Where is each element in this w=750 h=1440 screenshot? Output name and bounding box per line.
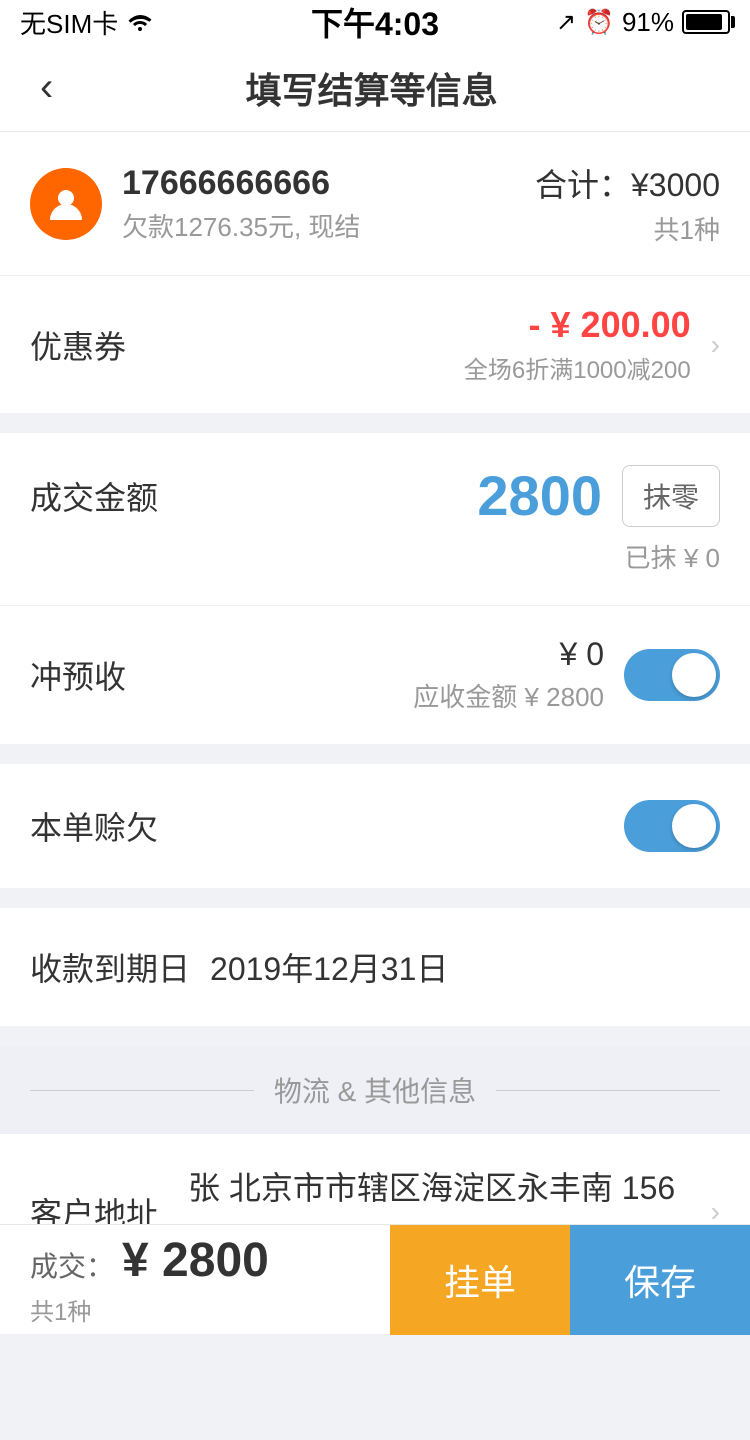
debt-toggle[interactable] [624,800,720,852]
status-time: 下午4:03 [311,0,439,45]
debt-section: 本单赊欠 [0,764,750,888]
deal-amount: 2800 [477,463,602,528]
divider-line-right [496,1090,720,1091]
deal-sub: 已抹 ¥ 0 [625,543,720,573]
bottom-deal-amount: ¥ 2800 [122,1233,269,1288]
coupon-amount: - ¥ 200.00 [464,304,691,346]
divider-section: 物流 & 其他信息 [0,1046,750,1134]
pre-collection-row: 冲预收 ¥ 0 应收金额 ¥ 2800 [0,605,750,744]
carrier-text: 无SIM卡 [20,4,118,41]
avatar [30,168,102,240]
pre-amount-group: ¥ 0 应收金额 ¥ 2800 [413,636,604,714]
due-date-section: 收款到期日 2019年12月31日 [0,908,750,1026]
customer-left: 17666666666 欠款1276.35元, 现结 [30,164,360,244]
hold-button[interactable]: 挂单 [390,1225,570,1335]
wifi-icon [126,7,154,38]
coupon-row[interactable]: 优惠券 - ¥ 200.00 全场6折满1000减200 › [0,275,750,413]
bottom-deal-label: 成交： [30,1245,114,1285]
status-left: 无SIM卡 [20,4,154,41]
debt-label: 本单赊欠 [30,803,158,849]
debt-row: 本单赊欠 [0,764,750,888]
battery-icon [682,10,730,34]
bottom-bar: 成交： ¥ 2800 共1种 挂单 保存 [0,1224,750,1334]
customer-right: 合计：¥3000 共1种 [535,160,720,247]
location-icon: ↗ [556,8,576,37]
chevron-right-icon: › [711,329,720,361]
total-count: 共1种 [535,210,720,247]
pre-collection-label: 冲预收 [30,652,126,698]
back-button[interactable]: ‹ [30,55,63,120]
round-off-button[interactable]: 抹零 [622,465,720,527]
pre-sub: 应收金额 ¥ 2800 [413,677,604,714]
coupon-label: 优惠券 [30,322,126,368]
bottom-count: 共1种 [30,1292,360,1327]
bottom-left: 成交： ¥ 2800 共1种 [0,1233,390,1327]
nav-bar: ‹ 填写结算等信息 [0,44,750,132]
pre-collection-right: ¥ 0 应收金额 ¥ 2800 [413,636,720,714]
coupon-desc: 全场6折满1000减200 [464,350,691,385]
due-date-row: 收款到期日 2019年12月31日 [0,908,750,1026]
customer-row: 17666666666 欠款1276.35元, 现结 合计：¥3000 共1种 [0,132,750,275]
alarm-icon: ⏰ [584,8,614,37]
customer-info: 17666666666 欠款1276.35元, 现结 [122,164,360,244]
status-right: ↗ ⏰ 91% [556,7,730,38]
divider-text: 物流 & 其他信息 [274,1070,476,1110]
pre-collection-toggle[interactable] [624,649,720,701]
due-date-value: 2019年12月31日 [210,944,448,990]
customer-phone: 17666666666 [122,164,360,203]
coupon-amount-group: - ¥ 200.00 全场6折满1000减200 [464,304,691,385]
save-button[interactable]: 保存 [570,1225,750,1335]
deal-section: 成交金额 2800 抹零 已抹 ¥ 0 冲预收 ¥ 0 应收金额 ¥ 2800 [0,433,750,744]
customer-sub: 欠款1276.35元, 现结 [122,207,360,244]
due-date-label: 收款到期日 [30,944,190,990]
customer-section: 17666666666 欠款1276.35元, 现结 合计：¥3000 共1种 … [0,132,750,413]
deal-label: 成交金额 [30,473,158,519]
coupon-right: - ¥ 200.00 全场6折满1000减200 › [464,304,720,385]
divider-line-left [30,1090,254,1091]
status-bar: 无SIM卡 下午4:03 ↗ ⏰ 91% [0,0,750,44]
battery-percent: 91% [622,7,674,38]
total-amount: 合计：¥3000 [535,160,720,206]
pre-amount: ¥ 0 [413,636,604,673]
deal-amount-row: 成交金额 2800 抹零 [30,463,720,528]
page-title: 填写结算等信息 [83,62,660,114]
deal-right: 2800 抹零 [477,463,720,528]
